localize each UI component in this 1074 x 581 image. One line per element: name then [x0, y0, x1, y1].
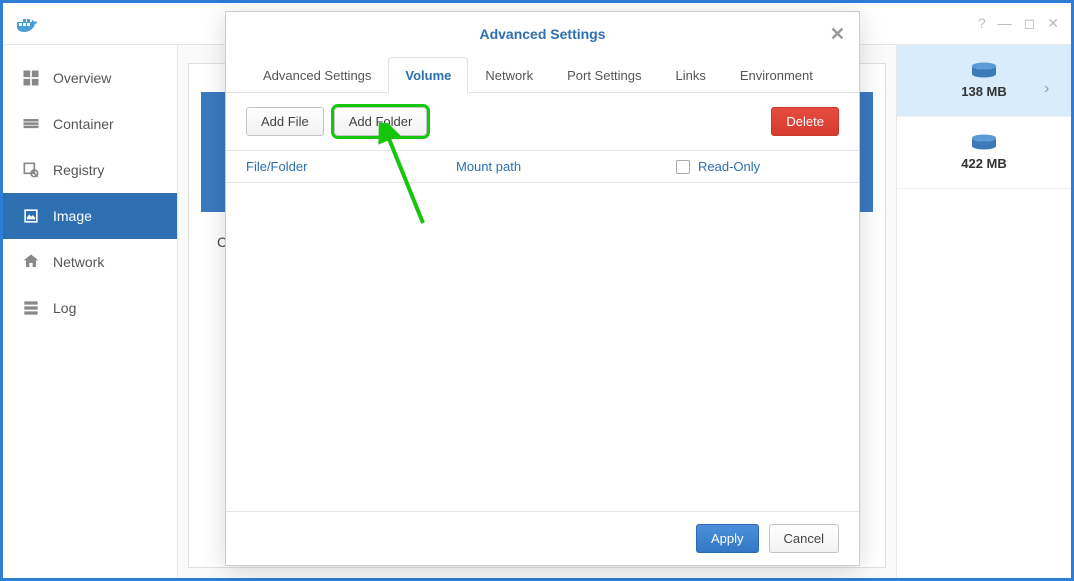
cancel-button[interactable]: Cancel: [769, 524, 839, 553]
sidebar-item-log[interactable]: Log: [3, 285, 177, 331]
minimize-button[interactable]: —: [998, 15, 1012, 32]
network-icon: [21, 252, 41, 272]
sidebar-item-registry[interactable]: Registry: [3, 147, 177, 193]
dialog-footer: Apply Cancel: [226, 511, 859, 565]
sidebar-item-label: Container: [53, 116, 114, 132]
tab-advanced-settings[interactable]: Advanced Settings: [246, 57, 388, 93]
tab-volume[interactable]: Volume: [388, 57, 468, 93]
dialog-tabs: Advanced Settings Volume Network Port Se…: [226, 56, 859, 93]
sidebar-item-overview[interactable]: Overview: [3, 55, 177, 101]
add-file-button[interactable]: Add File: [246, 107, 324, 136]
image-size: 138 MB: [961, 84, 1007, 99]
add-folder-button[interactable]: Add Folder: [334, 107, 428, 136]
container-icon: [21, 114, 41, 134]
column-mount-path[interactable]: Mount path: [456, 159, 676, 174]
delete-button[interactable]: Delete: [771, 107, 839, 136]
advanced-settings-dialog: Advanced Settings ✕ Advanced Settings Vo…: [225, 11, 860, 566]
close-window-button[interactable]: ✕: [1047, 15, 1059, 32]
sidebar-item-network[interactable]: Network: [3, 239, 177, 285]
sidebar-item-label: Network: [53, 254, 104, 270]
help-button[interactable]: ?: [978, 15, 986, 32]
sidebar-item-image[interactable]: Image: [3, 193, 177, 239]
volume-table-header: File/Folder Mount path Read-Only: [226, 150, 859, 183]
disk-icon: [970, 134, 998, 150]
sidebar-item-label: Registry: [53, 162, 104, 178]
read-only-header-checkbox[interactable]: [676, 160, 690, 174]
column-read-only[interactable]: Read-Only: [676, 159, 839, 174]
docker-whale-icon: [15, 12, 39, 36]
log-icon: [21, 298, 41, 318]
disk-icon: [970, 62, 998, 78]
volume-table-body: [226, 183, 859, 511]
tab-links[interactable]: Links: [659, 57, 723, 93]
dialog-title: Advanced Settings ✕: [226, 12, 859, 56]
sidebar-item-label: Image: [53, 208, 92, 224]
image-icon: [21, 206, 41, 226]
sidebar: Overview Container Registry Image Networ…: [3, 45, 178, 578]
sidebar-item-label: Log: [53, 300, 76, 316]
chevron-right-icon[interactable]: ›: [1044, 80, 1049, 98]
image-size-list: 138 MB 422 MB: [896, 45, 1071, 578]
sidebar-item-label: Overview: [53, 70, 111, 86]
maximize-button[interactable]: ◻: [1024, 15, 1036, 32]
tab-port-settings[interactable]: Port Settings: [550, 57, 658, 93]
registry-icon: [21, 160, 41, 180]
sidebar-item-container[interactable]: Container: [3, 101, 177, 147]
dialog-title-text: Advanced Settings: [479, 26, 605, 42]
apply-button[interactable]: Apply: [696, 524, 759, 553]
close-icon[interactable]: ✕: [830, 24, 845, 45]
volume-toolbar: Add File Add Folder Delete: [226, 93, 859, 150]
window-controls: ? — ◻ ✕: [978, 15, 1059, 32]
tab-network[interactable]: Network: [468, 57, 550, 93]
image-size: 422 MB: [961, 156, 1007, 171]
list-item[interactable]: 422 MB: [897, 117, 1071, 189]
column-read-only-label: Read-Only: [698, 159, 760, 174]
tab-environment[interactable]: Environment: [723, 57, 830, 93]
column-file-folder[interactable]: File/Folder: [246, 159, 456, 174]
overview-icon: [21, 68, 41, 88]
